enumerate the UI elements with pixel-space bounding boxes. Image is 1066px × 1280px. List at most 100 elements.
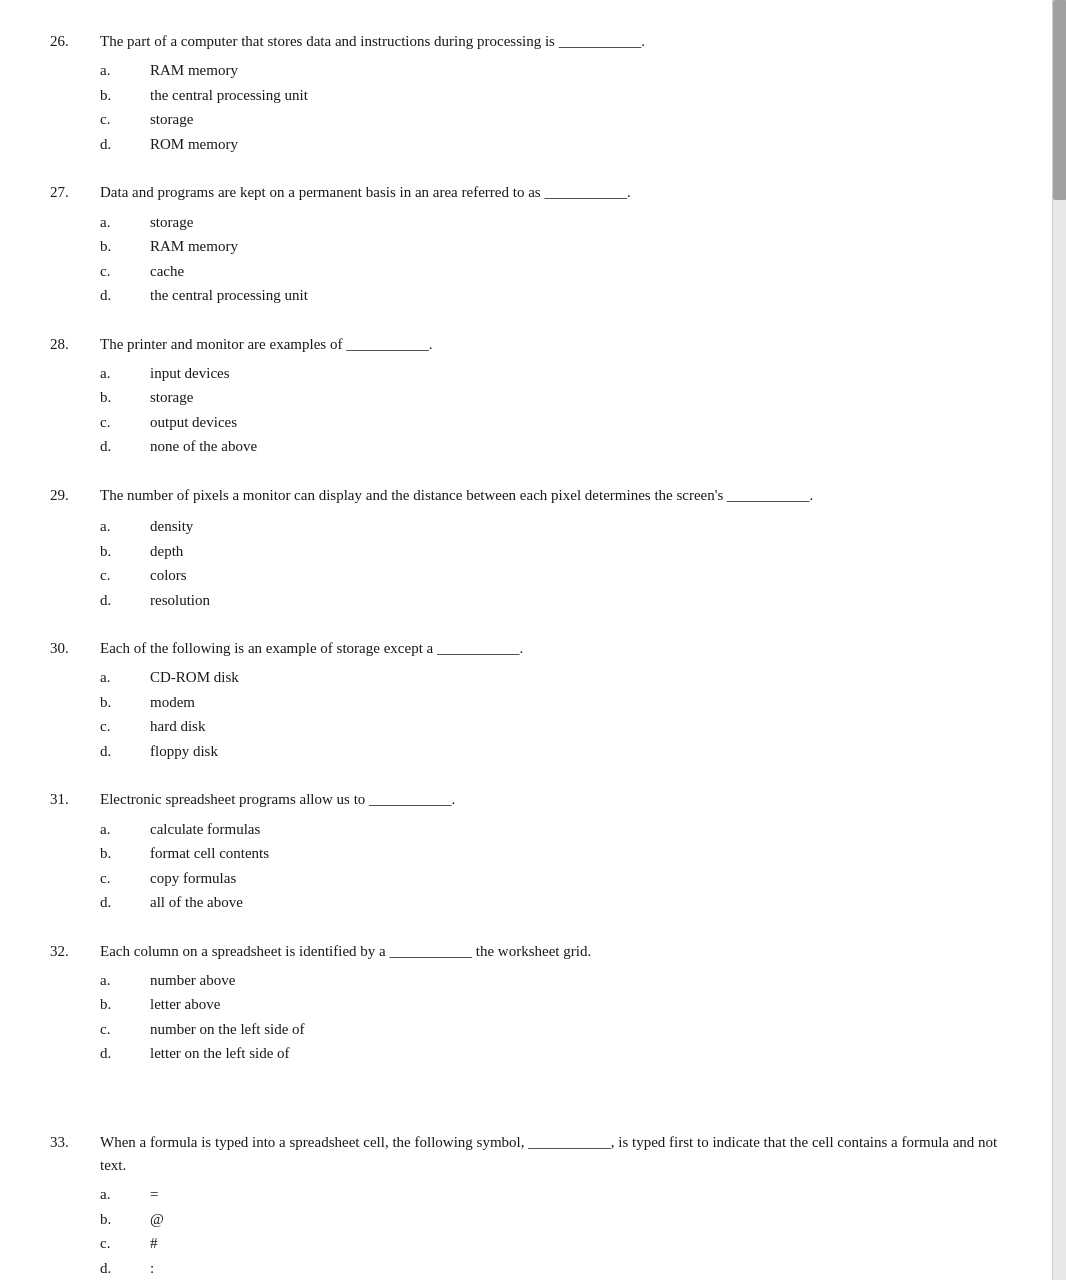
option-32-a-letter: a. [100,969,150,992]
option-33-a-letter: a. [100,1183,150,1206]
question-29: 29. The number of pixels a monitor can d… [50,484,1006,613]
option-26-b-text: the central processing unit [150,84,1006,107]
question-28: 28. The printer and monitor are examples… [50,333,1006,460]
option-30-d: d. floppy disk [100,740,1006,763]
option-31-d-text: all of the above [150,891,1006,914]
scrollbar[interactable] [1052,0,1066,1280]
option-27-b: b. RAM memory [100,235,1006,258]
question-32-options: a. number above b. letter above c. numbe… [100,969,1006,1065]
option-33-d-letter: d. [100,1257,150,1280]
option-26-d: d. ROM memory [100,133,1006,156]
option-27-d: d. the central processing unit [100,284,1006,307]
question-33-text: When a formula is typed into a spreadshe… [100,1131,1006,1178]
question-33-options: a. = b. @ c. # d. : [100,1183,1006,1279]
option-26-d-letter: d. [100,133,150,156]
option-33-b: b. @ [100,1208,1006,1231]
option-27-d-letter: d. [100,284,150,307]
option-26-c: c. storage [100,108,1006,131]
question-33: 33. When a formula is typed into a sprea… [50,1131,1006,1280]
option-27-d-text: the central processing unit [150,284,1006,307]
option-26-c-letter: c. [100,108,150,131]
option-32-b-text: letter above [150,993,1006,1016]
option-30-c-letter: c. [100,715,150,738]
option-30-a-text: CD-ROM disk [150,666,1006,689]
question-29-content: The number of pixels a monitor can displ… [100,484,1006,613]
option-28-a: a. input devices [100,362,1006,385]
option-30-a: a. CD-ROM disk [100,666,1006,689]
option-32-d-letter: d. [100,1042,150,1065]
option-31-c-text: copy formulas [150,867,1006,890]
option-33-c-text: # [150,1232,1006,1255]
option-32-c-letter: c. [100,1018,150,1041]
question-29-options: a. density b. depth c. colors d. resolut… [100,515,1006,611]
question-29-number: 29. [50,484,100,613]
option-26-b: b. the central processing unit [100,84,1006,107]
question-26-text: The part of a computer that stores data … [100,30,1006,53]
option-33-c: c. # [100,1232,1006,1255]
option-32-b-letter: b. [100,993,150,1016]
option-27-b-letter: b. [100,235,150,258]
option-26-a: a. RAM memory [100,59,1006,82]
option-29-d-letter: d. [100,589,150,612]
question-27-content: Data and programs are kept on a permanen… [100,181,1006,308]
option-29-b-text: depth [150,540,1006,563]
option-31-a-text: calculate formulas [150,818,1006,841]
question-30-options: a. CD-ROM disk b. modem c. hard disk d. … [100,666,1006,762]
option-27-c-text: cache [150,260,1006,283]
option-31-d: d. all of the above [100,891,1006,914]
option-30-b-text: modem [150,691,1006,714]
option-30-b-letter: b. [100,691,150,714]
option-31-b-text: format cell contents [150,842,1006,865]
option-31-c-letter: c. [100,867,150,890]
question-30-number: 30. [50,637,100,764]
question-27-options: a. storage b. RAM memory c. cache d. the… [100,211,1006,307]
option-33-a-text: = [150,1183,1006,1206]
option-33-b-text: @ [150,1208,1006,1231]
question-33-content: When a formula is typed into a spreadshe… [100,1131,1006,1280]
option-27-b-text: RAM memory [150,235,1006,258]
option-32-d-text: letter on the left side of [150,1042,1006,1065]
option-30-d-text: floppy disk [150,740,1006,763]
option-28-c-text: output devices [150,411,1006,434]
option-27-a: a. storage [100,211,1006,234]
question-28-text: The printer and monitor are examples of … [100,333,1006,356]
option-29-d: d. resolution [100,589,1006,612]
option-29-a: a. density [100,515,1006,538]
option-32-a: a. number above [100,969,1006,992]
option-28-b-text: storage [150,386,1006,409]
question-32-content: Each column on a spreadsheet is identifi… [100,940,1006,1067]
option-31-a-letter: a. [100,818,150,841]
option-33-c-letter: c. [100,1232,150,1255]
question-26: 26. The part of a computer that stores d… [50,30,1006,157]
option-30-c: c. hard disk [100,715,1006,738]
question-32-text: Each column on a spreadsheet is identifi… [100,940,1006,963]
question-32-number: 32. [50,940,100,1067]
option-28-c: c. output devices [100,411,1006,434]
option-27-a-text: storage [150,211,1006,234]
option-30-a-letter: a. [100,666,150,689]
question-30-text: Each of the following is an example of s… [100,637,1006,660]
option-28-a-letter: a. [100,362,150,385]
option-32-c-text: number on the left side of [150,1018,1006,1041]
option-30-b: b. modem [100,691,1006,714]
question-31: 31. Electronic spreadsheet programs allo… [50,788,1006,915]
option-26-a-letter: a. [100,59,150,82]
question-27-text: Data and programs are kept on a permanen… [100,181,1006,204]
option-26-a-text: RAM memory [150,59,1006,82]
option-29-c: c. colors [100,564,1006,587]
option-31-a: a. calculate formulas [100,818,1006,841]
scrollbar-thumb[interactable] [1053,0,1066,200]
option-27-c-letter: c. [100,260,150,283]
option-28-c-letter: c. [100,411,150,434]
option-27-c: c. cache [100,260,1006,283]
option-28-d-text: none of the above [150,435,1006,458]
option-32-d: d. letter on the left side of [100,1042,1006,1065]
question-32: 32. Each column on a spreadsheet is iden… [50,940,1006,1067]
option-29-c-letter: c. [100,564,150,587]
option-28-b-letter: b. [100,386,150,409]
option-30-c-text: hard disk [150,715,1006,738]
option-26-c-text: storage [150,108,1006,131]
option-31-b-letter: b. [100,842,150,865]
option-29-d-text: resolution [150,589,1006,612]
option-26-b-letter: b. [100,84,150,107]
